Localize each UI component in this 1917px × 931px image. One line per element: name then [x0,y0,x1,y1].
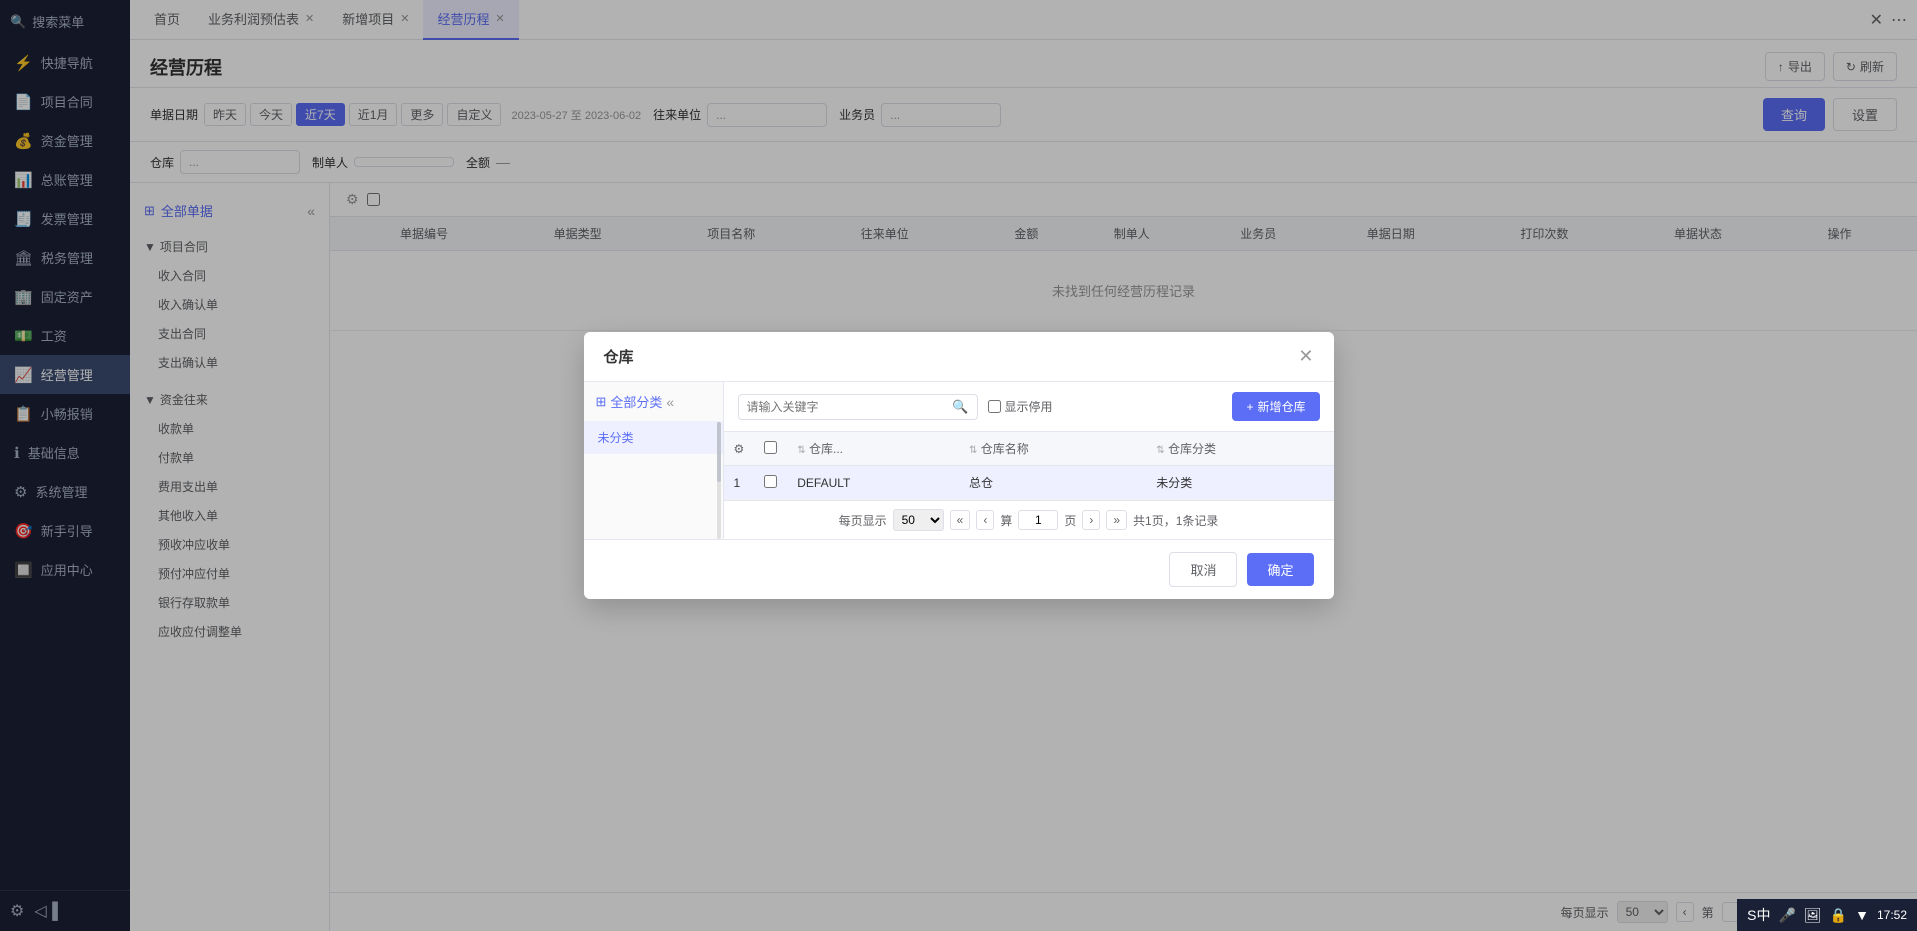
modal-select-all-checkbox[interactable] [764,441,777,454]
modal-row-gear: 1 [724,466,755,500]
modal-th-name: ⇅ 仓库名称 [959,432,1146,466]
modal-header: 仓库 ✕ [584,332,1334,382]
grid-icon2: ⊞ [596,394,607,410]
modal-search[interactable]: 🔍 [738,394,978,420]
modal-title: 仓库 [604,346,634,367]
add-btn-label: 新增仓库 [1257,398,1305,415]
modal-table-container: ⚙ ⇅ 仓库... ⇅ [724,432,1334,500]
modal-prev-page-button[interactable]: ‹ [976,510,994,530]
tray-icon-s[interactable]: S中 [1747,905,1770,925]
modal-sidebar-uncategorized[interactable]: 未分类 [584,421,723,454]
modal-next-page-button[interactable]: › [1082,510,1100,530]
modal-search-input[interactable] [747,400,949,414]
modal-toolbar: 🔍 显示停用 + 新增仓库 [724,382,1334,432]
modal-overlay: 仓库 ✕ ⊞ 全部分类 « 未分类 [0,0,1917,931]
gear-icon3[interactable]: ⚙ [734,442,745,456]
show-disabled-checkbox[interactable] [988,400,1001,413]
modal-th-gear: ⚙ [724,432,755,466]
modal-row-category: 未分类 [1146,466,1333,500]
modal-last-page-button[interactable]: » [1106,510,1127,530]
modal-sidebar-scrollbar[interactable] [717,422,721,539]
tray-icon-mic[interactable]: 🎤 [1778,907,1795,924]
modal-page-label: 算 [1000,512,1012,529]
modal-row-checkbox[interactable] [754,466,787,500]
plus-icon: + [1246,400,1253,414]
modal-page-input[interactable] [1018,510,1058,530]
cancel-button[interactable]: 取消 [1169,552,1237,587]
sort-icon: ⇅ [797,445,805,456]
add-warehouse-button[interactable]: + 新增仓库 [1232,392,1319,421]
sort-icon3: ⇅ [1156,445,1164,456]
modal-per-page-select[interactable]: 50 100 [893,509,944,531]
modal-sidebar-header[interactable]: ⊞ 全部分类 « [584,382,723,421]
system-time: 17:52 [1877,908,1907,922]
modal-th-code: ⇅ 仓库... [787,432,959,466]
modal-close-icon[interactable]: ✕ [1298,346,1313,367]
modal-content: 🔍 显示停用 + 新增仓库 [724,382,1334,539]
modal-sidebar-scrollbar-thumb [717,422,721,482]
show-disabled-label[interactable]: 显示停用 [988,398,1053,415]
search-icon2: 🔍 [952,399,968,415]
modal-first-page-button[interactable]: « [950,510,971,530]
modal-row-name: 总仓 [959,466,1146,500]
tray-icon-filter[interactable]: ▼ [1855,907,1869,923]
modal-total-text: 共1页，1条记录 [1133,512,1218,529]
sort-icon2: ⇅ [969,445,977,456]
modal-per-page-label: 每页显示 [839,512,887,529]
modal-sidebar-label: 全部分类 [610,392,662,411]
tray-icon-img[interactable]: 🖼 [1804,907,1822,924]
confirm-button[interactable]: 确定 [1247,553,1313,586]
modal-actions: 取消 确定 [584,539,1334,599]
modal-table-row[interactable]: 1 DEFAULT 总仓 未分类 [724,466,1334,500]
modal-sidebar: ⊞ 全部分类 « 未分类 [584,382,724,539]
system-tray: S中 🎤 🖼 🔒 ▼ 17:52 [1737,899,1917,931]
uncategorized-label: 未分类 [598,431,634,445]
modal-page-unit: 页 [1064,512,1076,529]
modal-row-select-checkbox[interactable] [764,475,777,488]
modal-sidebar-collapse-icon[interactable]: « [666,394,674,410]
modal-table: ⚙ ⇅ 仓库... ⇅ [724,432,1334,500]
modal-th-checkbox [754,432,787,466]
modal-th-category: ⇅ 仓库分类 [1146,432,1333,466]
modal-row-code: DEFAULT [787,466,959,500]
modal-pagination: 每页显示 50 100 « ‹ 算 页 › » 共1页，1条记录 [724,500,1334,539]
modal-body: ⊞ 全部分类 « 未分类 🔍 [584,382,1334,539]
tray-icon-lock[interactable]: 🔒 [1830,907,1847,924]
warehouse-modal: 仓库 ✕ ⊞ 全部分类 « 未分类 [584,332,1334,599]
